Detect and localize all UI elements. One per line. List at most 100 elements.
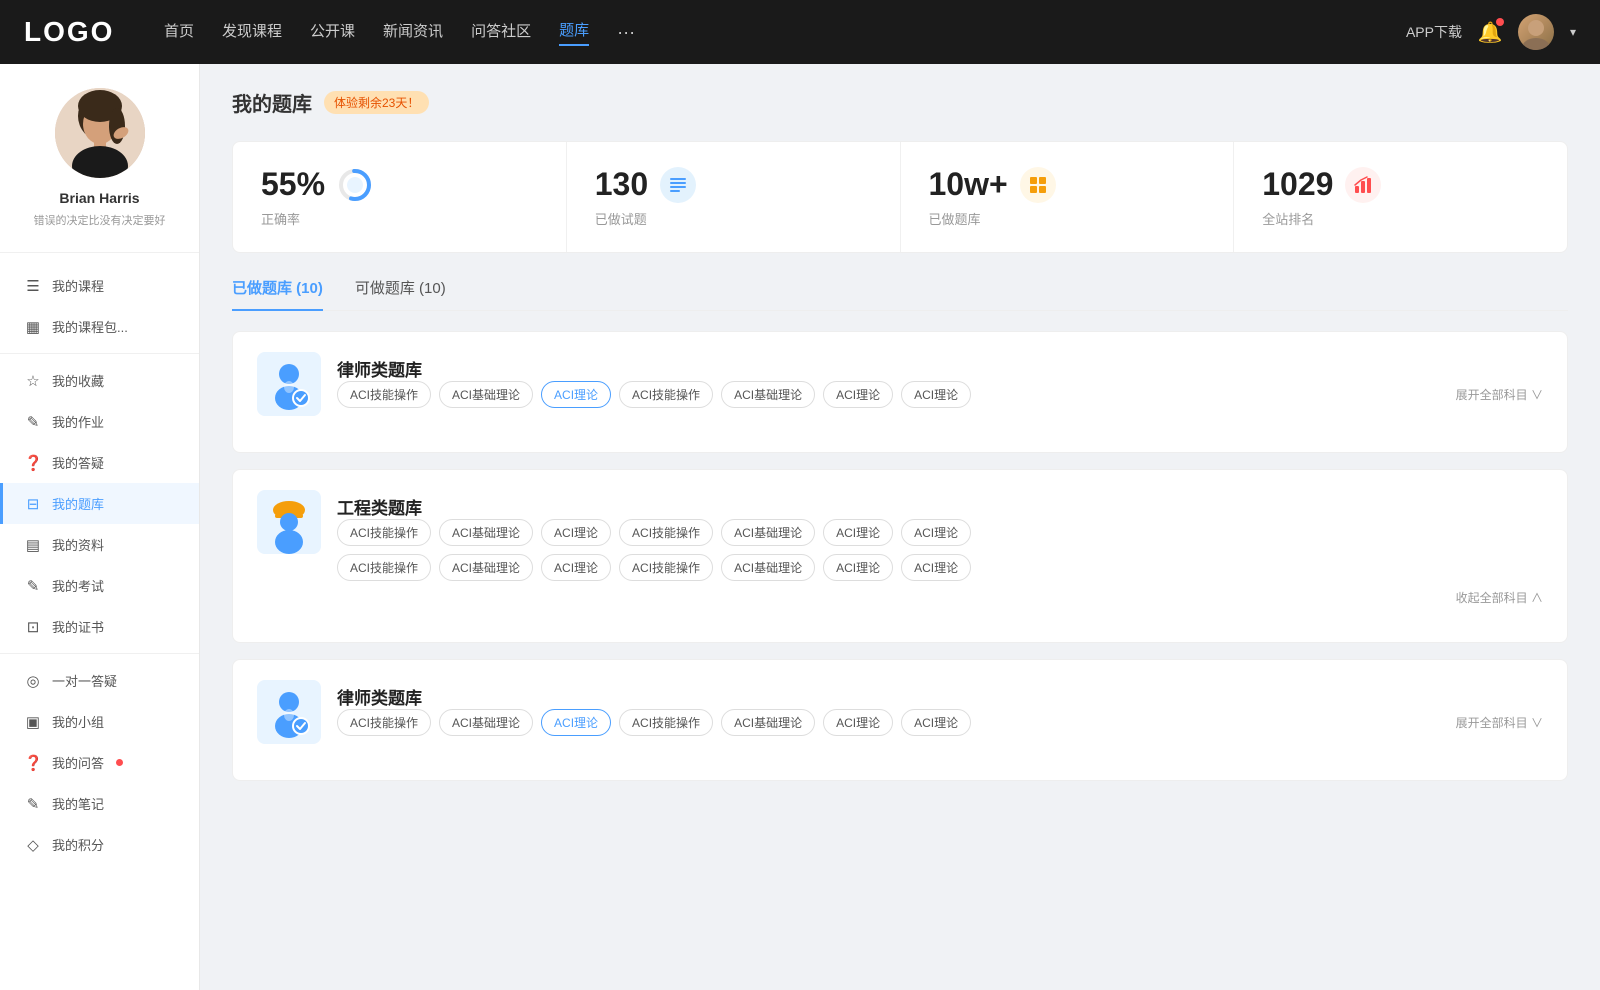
stat-ranking: 1029 全站排名 — [1234, 142, 1567, 252]
sidebar-item-homework[interactable]: ✎ 我的作业 — [0, 401, 199, 442]
tag-2-3[interactable]: ACI理论 — [541, 519, 611, 546]
qbank-card-3-header: 律师类题库 ACI技能操作 ACI基础理论 ACI理论 ACI技能操作 ACI基… — [257, 680, 1543, 744]
tag-2-2[interactable]: ACI基础理论 — [439, 519, 533, 546]
sidebar-item-certificate[interactable]: ⊡ 我的证书 — [0, 606, 199, 647]
expand-btn-3[interactable]: 展开全部科目 ∨ — [1456, 714, 1543, 731]
tag-1-2[interactable]: ACI基础理论 — [439, 381, 533, 408]
bar-chart-icon — [1345, 167, 1381, 203]
grid-icon — [1020, 167, 1056, 203]
tag-1-6[interactable]: ACI理论 — [823, 381, 893, 408]
navbar: LOGO 首页 发现课程 公开课 新闻资讯 问答社区 题库 ··· APP下载 … — [0, 0, 1600, 64]
tag-3-4[interactable]: ACI技能操作 — [619, 709, 713, 736]
sidebar-item-group[interactable]: ▣ 我的小组 — [0, 701, 199, 742]
sidebar-item-exams[interactable]: ✎ 我的考试 — [0, 565, 199, 606]
qbank-card-2-avatar — [257, 490, 321, 554]
stat-accuracy: 55% 正确率 — [233, 142, 567, 252]
homework-icon: ✎ — [24, 413, 42, 431]
stat-done-questions-value: 130 — [595, 166, 648, 203]
stat-accuracy-top: 55% — [261, 166, 538, 203]
1v1-icon: ◎ — [24, 672, 42, 690]
nav-open-course[interactable]: 公开课 — [310, 20, 355, 45]
qbank-card-3-name: 律师类题库 — [337, 684, 1543, 709]
sidebar-item-favorites[interactable]: ☆ 我的收藏 — [0, 360, 199, 401]
expand-btn-1[interactable]: 展开全部科目 ∨ — [1456, 386, 1543, 403]
tag-3-2[interactable]: ACI基础理论 — [439, 709, 533, 736]
sidebar: Brian Harris 错误的决定比没有决定要好 ☰ 我的课程 ▦ 我的课程包… — [0, 64, 200, 990]
tag-2-9[interactable]: ACI基础理论 — [439, 554, 533, 581]
tag-1-3[interactable]: ACI理论 — [541, 381, 611, 408]
qbank-card-1-tags: ACI技能操作 ACI基础理论 ACI理论 ACI技能操作 ACI基础理论 AC… — [337, 381, 1543, 408]
tag-2-7[interactable]: ACI理论 — [901, 519, 971, 546]
tag-1-1[interactable]: ACI技能操作 — [337, 381, 431, 408]
stat-ranking-top: 1029 — [1262, 166, 1539, 203]
tag-1-7[interactable]: ACI理论 — [901, 381, 971, 408]
user-menu-caret[interactable]: ▾ — [1570, 25, 1576, 39]
avatar[interactable] — [1518, 14, 1554, 50]
nav-qbank[interactable]: 题库 — [559, 19, 589, 46]
tag-2-14[interactable]: ACI理论 — [901, 554, 971, 581]
sidebar-item-materials[interactable]: ▤ 我的资料 — [0, 524, 199, 565]
sidebar-item-1v1[interactable]: ◎ 一对一答疑 — [0, 660, 199, 701]
tag-3-5[interactable]: ACI基础理论 — [721, 709, 815, 736]
sidebar-label-my-course: 我的课程 — [52, 276, 104, 295]
sidebar-item-qbank[interactable]: ⊟ 我的题库 — [0, 483, 199, 524]
bell-notification-dot — [1496, 18, 1504, 26]
nav-more[interactable]: ··· — [617, 22, 635, 43]
stat-done-questions: 130 已做试题 — [567, 142, 901, 252]
nav-qa[interactable]: 问答社区 — [471, 20, 531, 45]
nav-news[interactable]: 新闻资讯 — [383, 20, 443, 45]
materials-icon: ▤ — [24, 536, 42, 554]
sidebar-label-exams: 我的考试 — [52, 576, 104, 595]
qbank-card-1-header: 律师类题库 ACI技能操作 ACI基础理论 ACI理论 ACI技能操作 ACI基… — [257, 352, 1543, 416]
sidebar-item-qa[interactable]: ❓ 我的问答 — [0, 742, 199, 783]
bell-button[interactable]: 🔔 — [1478, 20, 1502, 44]
tag-2-13[interactable]: ACI理论 — [823, 554, 893, 581]
main-layout: Brian Harris 错误的决定比没有决定要好 ☰ 我的课程 ▦ 我的课程包… — [0, 64, 1600, 990]
tag-2-10[interactable]: ACI理论 — [541, 554, 611, 581]
tab-available-banks[interactable]: 可做题库 (10) — [355, 277, 446, 310]
tag-2-4[interactable]: ACI技能操作 — [619, 519, 713, 546]
sidebar-item-questions[interactable]: ❓ 我的答疑 — [0, 442, 199, 483]
qbank-card-3: 律师类题库 ACI技能操作 ACI基础理论 ACI理论 ACI技能操作 ACI基… — [232, 659, 1568, 781]
tag-3-1[interactable]: ACI技能操作 — [337, 709, 431, 736]
stat-done-banks-value: 10w+ — [929, 166, 1008, 203]
qbank-card-1-avatar — [257, 352, 321, 416]
sidebar-label-homework: 我的作业 — [52, 412, 104, 431]
qbank-card-1: 律师类题库 ACI技能操作 ACI基础理论 ACI理论 ACI技能操作 ACI基… — [232, 331, 1568, 453]
profile-avatar-image — [55, 88, 145, 178]
nav-right: APP下载 🔔 ▾ — [1406, 14, 1576, 50]
sidebar-label-course-package: 我的课程包... — [52, 317, 128, 336]
stats-row: 55% 正确率 130 — [232, 141, 1568, 253]
collapse-btn-2[interactable]: 收起全部科目 ∧ — [337, 589, 1543, 606]
tag-2-8[interactable]: ACI技能操作 — [337, 554, 431, 581]
trial-badge: 体验剩余23天！ — [324, 91, 429, 114]
app-download-btn[interactable]: APP下载 — [1406, 22, 1462, 42]
tag-2-5[interactable]: ACI基础理论 — [721, 519, 815, 546]
tag-2-11[interactable]: ACI技能操作 — [619, 554, 713, 581]
qbank-card-1-content: 律师类题库 ACI技能操作 ACI基础理论 ACI理论 ACI技能操作 ACI基… — [337, 352, 1543, 408]
tag-3-7[interactable]: ACI理论 — [901, 709, 971, 736]
tab-done-banks[interactable]: 已做题库 (10) — [232, 277, 323, 310]
tag-1-4[interactable]: ACI技能操作 — [619, 381, 713, 408]
sidebar-label-questions: 我的答疑 — [52, 453, 104, 472]
profile-motto: 错误的决定比没有决定要好 — [34, 212, 166, 228]
tag-2-12[interactable]: ACI基础理论 — [721, 554, 815, 581]
sidebar-item-my-course[interactable]: ☰ 我的课程 — [0, 265, 199, 306]
nav-home[interactable]: 首页 — [164, 20, 194, 45]
qbank-card-2-header: 工程类题库 ACI技能操作 ACI基础理论 ACI理论 ACI技能操作 ACI基… — [257, 490, 1543, 606]
tag-3-3[interactable]: ACI理论 — [541, 709, 611, 736]
tag-2-1[interactable]: ACI技能操作 — [337, 519, 431, 546]
sidebar-item-notes[interactable]: ✎ 我的笔记 — [0, 783, 199, 824]
qa-notification-dot — [116, 759, 123, 766]
qbank-card-3-avatar — [257, 680, 321, 744]
tag-1-5[interactable]: ACI基础理论 — [721, 381, 815, 408]
sidebar-label-group: 我的小组 — [52, 712, 104, 731]
qbank-card-2-content: 工程类题库 ACI技能操作 ACI基础理论 ACI理论 ACI技能操作 ACI基… — [337, 490, 1543, 606]
sidebar-item-course-package[interactable]: ▦ 我的课程包... — [0, 306, 199, 347]
nav-discover[interactable]: 发现课程 — [222, 20, 282, 45]
sidebar-item-points[interactable]: ◇ 我的积分 — [0, 824, 199, 865]
qbank-card-3-content: 律师类题库 ACI技能操作 ACI基础理论 ACI理论 ACI技能操作 ACI基… — [337, 680, 1543, 736]
tag-3-6[interactable]: ACI理论 — [823, 709, 893, 736]
tag-2-6[interactable]: ACI理论 — [823, 519, 893, 546]
favorites-icon: ☆ — [24, 372, 42, 390]
